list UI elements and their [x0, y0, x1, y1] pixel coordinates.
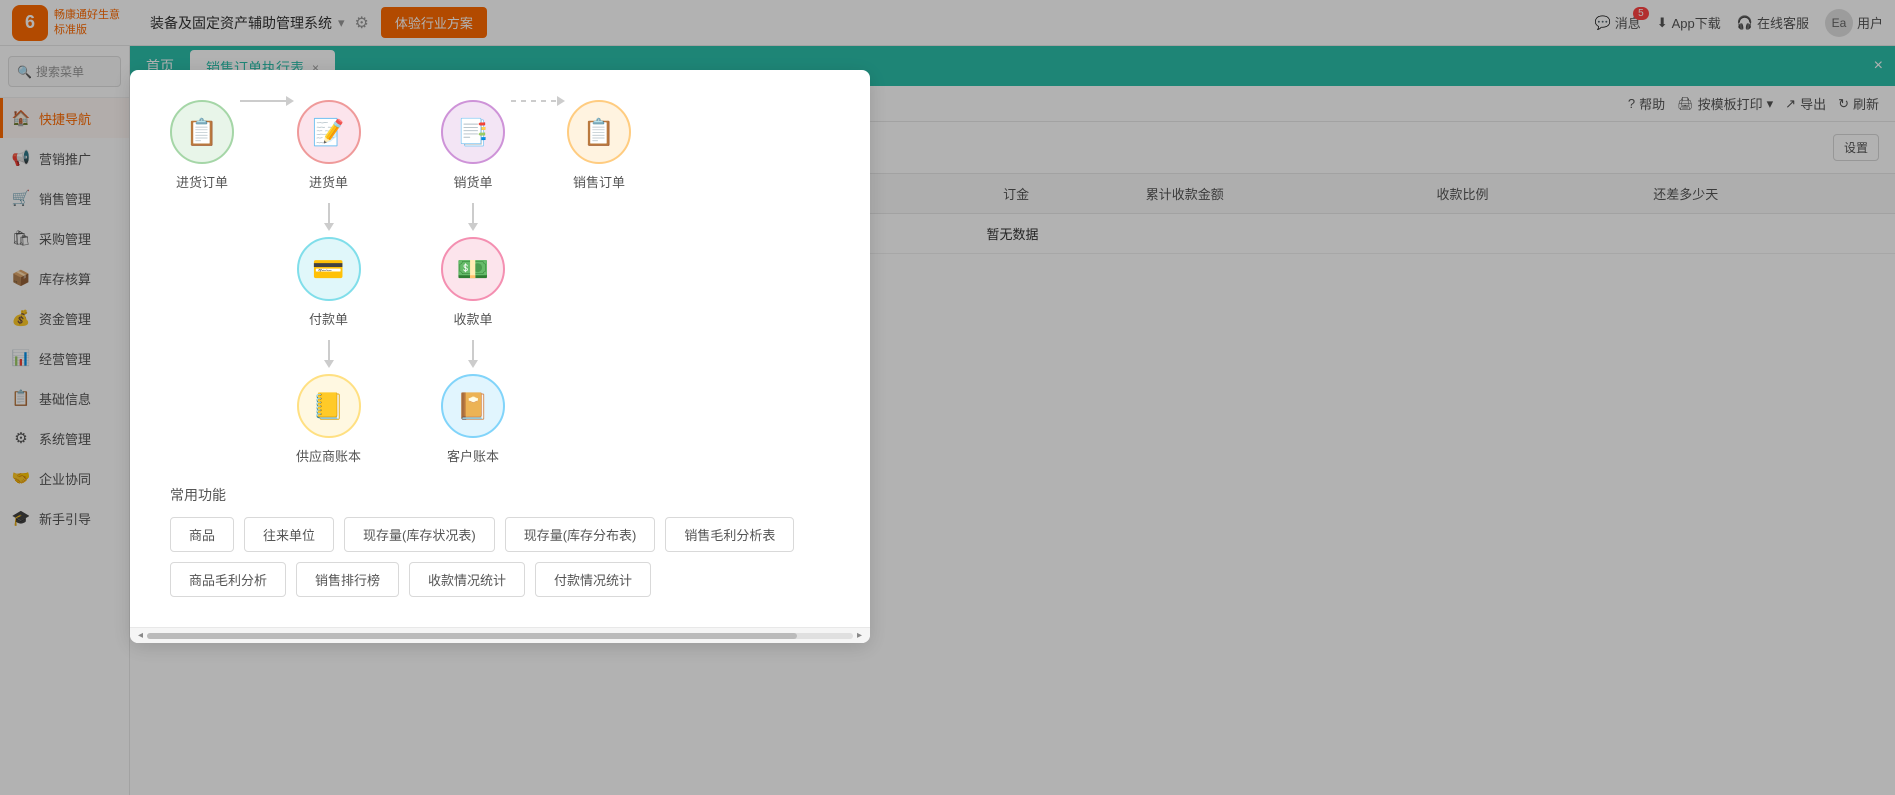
arrow-h-2	[511, 100, 561, 102]
arrow-line-2	[511, 100, 561, 102]
common-function-buttons: 商品 往来单位 现存量(库存状况表) 现存量(库存分布表) 销售毛利分析表 商品…	[170, 517, 830, 597]
arrow-down-3	[468, 203, 478, 231]
arrow-line-1	[240, 100, 290, 102]
cf-btn-sales-rank[interactable]: 销售排行榜	[296, 562, 399, 597]
sales-order-icon: 📋	[567, 100, 631, 164]
flow-node-customer-ledger[interactable]: 📔 客户账本	[441, 374, 505, 465]
arrow-down-1	[324, 203, 334, 231]
arrow-down-head-4	[468, 360, 478, 368]
arrow-down-line-1	[328, 203, 330, 223]
flow-node-payment[interactable]: 💳 付款单	[297, 237, 361, 328]
flow-node-purchase-bill[interactable]: 📝 进货单	[297, 100, 361, 191]
arrow-down-2	[324, 340, 334, 368]
cf-btn-stock-status[interactable]: 现存量(库存状况表)	[344, 517, 495, 552]
payment-label: 付款单	[309, 309, 348, 328]
arrow-down-head-2	[324, 360, 334, 368]
common-functions: 常用功能 商品 往来单位 现存量(库存状况表) 现存量(库存分布表) 销售毛利分…	[170, 485, 830, 597]
sales-bill-label: 销货单	[454, 172, 493, 191]
arrow-down-line-2	[328, 340, 330, 360]
scrollbar-right-arrow[interactable]: ▸	[853, 630, 866, 641]
cf-btn-receipt-stats[interactable]: 收款情况统计	[409, 562, 525, 597]
supplier-ledger-icon: 📒	[297, 374, 361, 438]
flow-node-purchase-order[interactable]: 📋 进货订单	[170, 100, 234, 191]
common-functions-title: 常用功能	[170, 485, 830, 505]
purchase-order-icon: 📋	[170, 100, 234, 164]
sales-order-label: 销售订单	[573, 172, 625, 191]
flow-col-2: 📝 进货单 💳 付款单	[296, 100, 361, 475]
cf-btn-contacts[interactable]: 往来单位	[244, 517, 334, 552]
modal-scrollbar: ◂ ▸	[130, 627, 870, 643]
cf-btn-sales-profit[interactable]: 销售毛利分析表	[665, 517, 794, 552]
arrow-down-head-3	[468, 223, 478, 231]
flow-diagram: 📋 进货订单 📝 进货单	[170, 100, 830, 475]
flow-col-3: 📑 销货单 💵 收款单	[441, 100, 505, 475]
arrow-down-4	[468, 340, 478, 368]
customer-ledger-label: 客户账本	[447, 446, 499, 465]
modal-body: 📋 进货订单 📝 进货单	[130, 70, 870, 627]
arrow-down-line-3	[472, 203, 474, 223]
flow-col-1: 📋 进货订单	[170, 100, 234, 201]
modal-overlay[interactable]: 📋 进货订单 📝 进货单	[0, 0, 1895, 795]
arrow-h-1	[240, 100, 290, 102]
quick-nav-modal: 📋 进货订单 📝 进货单	[130, 70, 870, 643]
flow-node-sales-order[interactable]: 📋 销售订单	[567, 100, 631, 191]
receipt-icon: 💵	[441, 237, 505, 301]
flow-node-supplier-ledger[interactable]: 📒 供应商账本	[296, 374, 361, 465]
cf-btn-product-profit[interactable]: 商品毛利分析	[170, 562, 286, 597]
cf-btn-stock-dist[interactable]: 现存量(库存分布表)	[505, 517, 656, 552]
purchase-bill-icon: 📝	[297, 100, 361, 164]
scrollbar-left-arrow[interactable]: ◂	[134, 630, 147, 641]
cf-btn-product[interactable]: 商品	[170, 517, 234, 552]
cf-btn-payment-stats[interactable]: 付款情况统计	[535, 562, 651, 597]
supplier-ledger-label: 供应商账本	[296, 446, 361, 465]
purchase-order-label: 进货订单	[176, 172, 228, 191]
scrollbar-thumb[interactable]	[147, 633, 797, 639]
flow-node-sales-bill[interactable]: 📑 销货单	[441, 100, 505, 191]
sales-bill-icon: 📑	[441, 100, 505, 164]
receipt-label: 收款单	[454, 309, 493, 328]
flow-node-receipt[interactable]: 💵 收款单	[441, 237, 505, 328]
payment-icon: 💳	[297, 237, 361, 301]
scrollbar-track	[147, 633, 853, 639]
flow-col-4: 📋 销售订单	[567, 100, 631, 201]
purchase-bill-label: 进货单	[309, 172, 348, 191]
arrow-down-line-4	[472, 340, 474, 360]
arrow-down-head-1	[324, 223, 334, 231]
customer-ledger-icon: 📔	[441, 374, 505, 438]
